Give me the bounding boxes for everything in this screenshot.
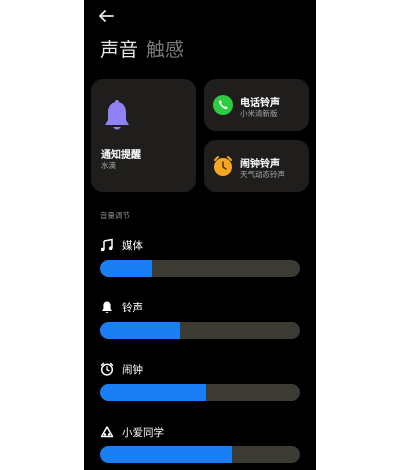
media-volume-slider[interactable] <box>100 260 300 277</box>
assistant-icon <box>100 426 114 438</box>
alarm-clock-icon <box>214 156 232 176</box>
music-note-icon <box>100 238 113 252</box>
media-volume-fill <box>100 260 152 277</box>
tab-haptics[interactable]: 触感 <box>146 35 184 62</box>
ringtone-volume-slider[interactable] <box>100 322 300 339</box>
back-arrow-icon <box>99 10 114 22</box>
assistant-volume-fill <box>100 446 232 463</box>
phone-card-subtitle: 小米清新版 <box>240 109 278 118</box>
sound-settings-screen: 声音 触感 通知提醒 水滴 电话铃声 小米清新版 闹钟铃声 天气动态铃声 音量调… <box>84 0 316 470</box>
phone-icon <box>213 95 233 115</box>
notification-card-subtitle: 水滴 <box>101 161 116 170</box>
assistant-volume-label: 小爱同学 <box>122 427 164 439</box>
alarm-volume-fill <box>100 384 206 401</box>
phone-card-title: 电话铃声 <box>240 98 280 109</box>
notification-sound-card[interactable]: 通知提醒 水滴 <box>91 79 196 192</box>
tab-sound[interactable]: 声音 <box>100 35 138 62</box>
volume-section-label: 音量调节 <box>100 211 130 220</box>
bell-icon <box>105 100 129 130</box>
phone-ringtone-card[interactable]: 电话铃声 小米清新版 <box>204 79 309 131</box>
assistant-volume-slider[interactable] <box>100 446 300 463</box>
ringtone-volume-label: 铃声 <box>122 302 143 314</box>
ringtone-volume-fill <box>100 322 180 339</box>
alarm-clock-icon <box>100 362 114 376</box>
media-volume-label: 媒体 <box>122 240 143 252</box>
back-button[interactable] <box>96 8 116 24</box>
notification-card-title: 通知提醒 <box>101 150 141 161</box>
alarm-card-subtitle: 天气动态铃声 <box>240 170 285 179</box>
alarm-volume-label: 闹钟 <box>122 364 143 376</box>
alarm-card-title: 闹钟铃声 <box>240 159 280 170</box>
tab-bar: 声音 触感 <box>100 35 184 62</box>
alarm-ringtone-card[interactable]: 闹钟铃声 天气动态铃声 <box>204 140 309 192</box>
bell-icon <box>102 301 112 313</box>
alarm-volume-slider[interactable] <box>100 384 300 401</box>
